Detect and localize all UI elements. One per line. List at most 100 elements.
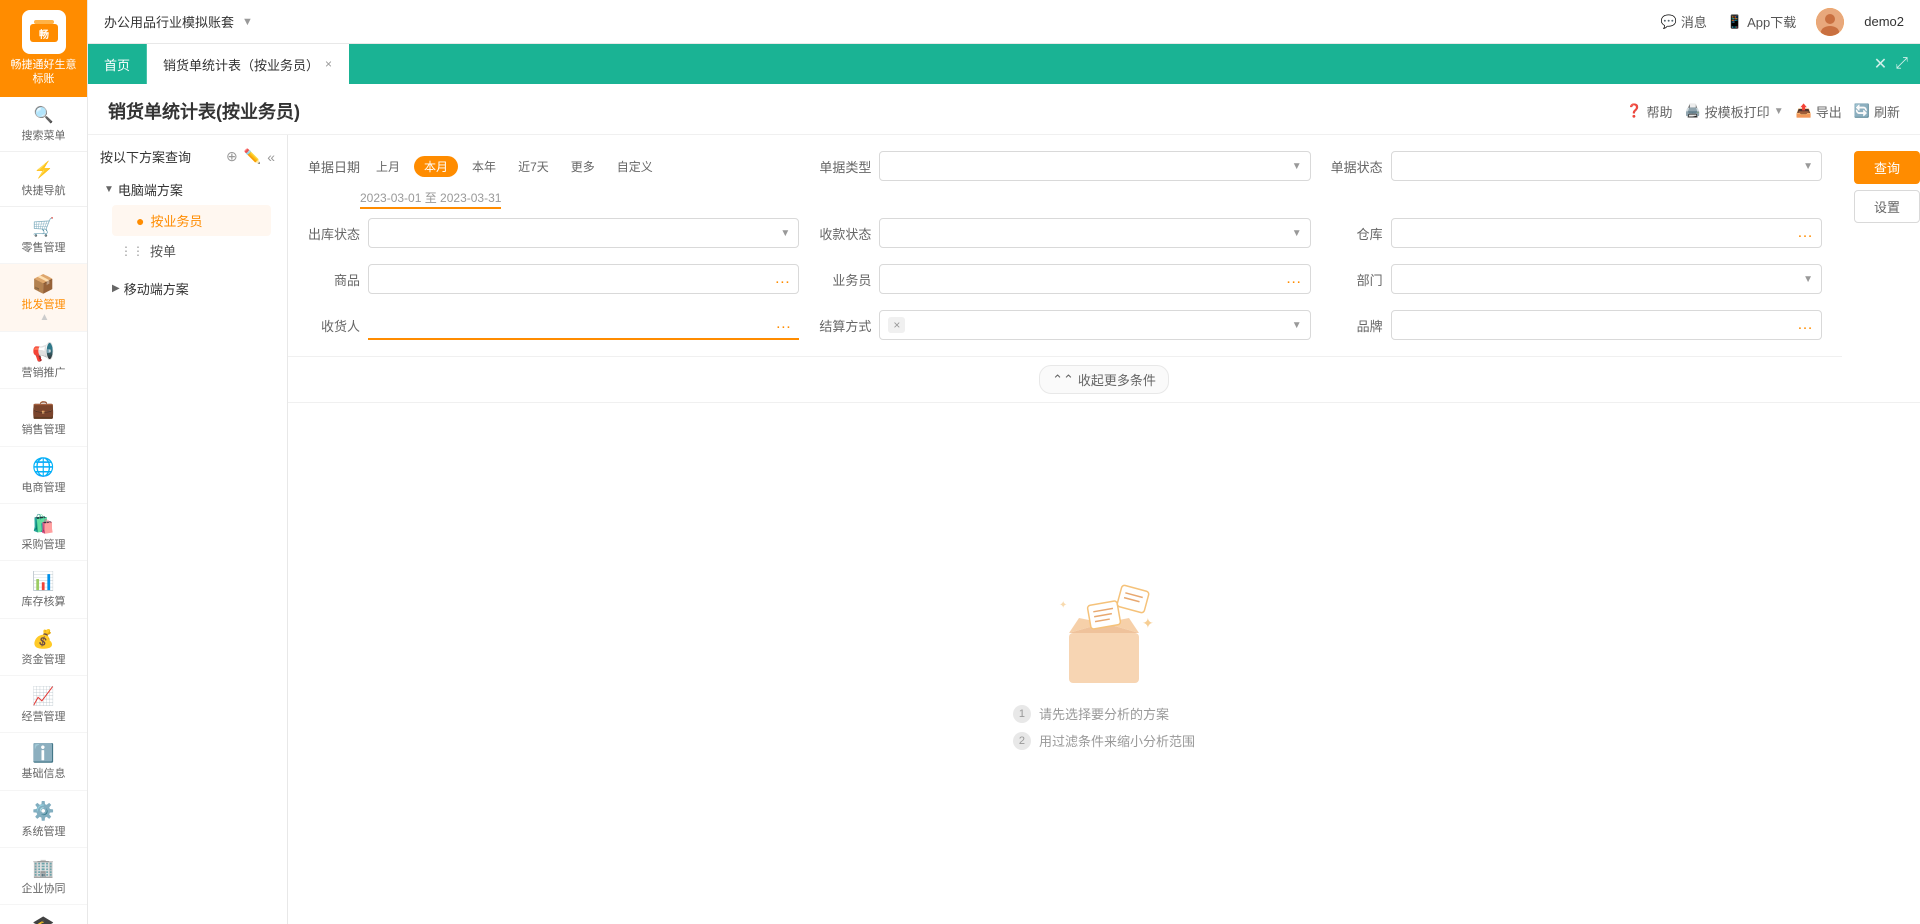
scheme-item-by-order[interactable]: ⋮⋮ 按单 (112, 236, 271, 265)
desktop-scheme-label: 电脑端方案 (118, 180, 183, 199)
sidebar-item-inventory[interactable]: 📊 库存核算 (0, 561, 87, 618)
tab-close-all-button[interactable]: ✕ (1874, 54, 1887, 74)
doctype-select[interactable]: ▼ (879, 151, 1310, 181)
edit-scheme-button[interactable]: ✏️ (244, 148, 261, 165)
help-button[interactable]: ❓ 帮助 (1626, 102, 1672, 121)
add-scheme-button[interactable]: ⊕ (226, 148, 238, 165)
sidebar-logo[interactable]: 畅 畅捷通好生意 标账 (0, 0, 87, 97)
warehouse-dots-icon[interactable]: … (1797, 224, 1813, 242)
content-inner: 销货单统计表(按业务员) ❓ 帮助 🖨️ 按模板打印 ▼ 📤 导出 (88, 84, 1920, 924)
outstatus-select[interactable]: ▼ (368, 218, 799, 248)
product-label: 商品 (308, 270, 360, 289)
collapse-button[interactable]: ⌃⌃ 收起更多条件 (1039, 365, 1169, 394)
filter-section-wrapper: 单据日期 上月 本月 本年 近7天 更多 自定义 (288, 135, 1920, 357)
by-order-icon: ⋮⋮ (120, 244, 144, 258)
sidebar-item-marketing[interactable]: 📢 营销推广 (0, 332, 87, 389)
desktop-scheme-header[interactable]: ▼ 电脑端方案 (96, 174, 279, 205)
content-body: 按以下方案查询 ⊕ ✏️ « ▼ 电脑端方案 (88, 135, 1920, 924)
user-name: demo2 (1864, 14, 1904, 29)
docstatus-select[interactable]: ▼ (1391, 151, 1822, 181)
sidebar-item-wholesale[interactable]: 📦 批发管理 ▲ (0, 264, 87, 332)
wholesale-icon: 📦 (32, 274, 54, 295)
filter-salesman-item: 业务员 … (819, 264, 1310, 294)
sidebar-item-system[interactable]: ⚙️ 系统管理 (0, 791, 87, 848)
collapse-panel-button[interactable]: « (267, 149, 275, 165)
salesman-dots-icon[interactable]: … (1286, 270, 1302, 288)
payment-label: 收款状态 (819, 224, 871, 243)
brand-dots-icon[interactable]: … (1797, 316, 1813, 334)
message-button[interactable]: 💬 消息 (1661, 12, 1707, 31)
step2-num: 2 (1013, 732, 1031, 750)
tab-close-button[interactable]: × (325, 57, 332, 71)
tab-home[interactable]: 首页 (88, 44, 147, 84)
date-label: 单据日期 (308, 157, 360, 176)
mobile-scheme-header[interactable]: ▶ 移动端方案 (96, 273, 279, 304)
settlement-tag-close[interactable]: × (893, 318, 900, 332)
refresh-icon: 🔄 (1854, 103, 1870, 119)
sidebar-item-operation[interactable]: 📈 经营管理 (0, 676, 87, 733)
sidebar-item-basic[interactable]: ℹ️ 基础信息 (0, 733, 87, 790)
settlement-select[interactable]: × ▼ (879, 310, 1310, 340)
active-tab-label: 销货单统计表（按业务员） (163, 55, 319, 74)
sidebar-item-label: 电商管理 (22, 481, 66, 495)
brand-select[interactable]: … (1391, 310, 1822, 340)
quicknav-item[interactable]: ⚡ 快捷导航 (0, 152, 87, 207)
mobile-arrow-icon: ▶ (112, 283, 120, 294)
sidebar: 畅 畅捷通好生意 标账 🔍 搜索菜单 ⚡ 快捷导航 🛒 零售管理 📦 批发管理 … (0, 0, 88, 924)
sidebar-item-retail[interactable]: 🛒 零售管理 (0, 207, 87, 264)
app-download-button[interactable]: 📱 App下载 (1727, 12, 1796, 31)
settlement-label: 结算方式 (819, 316, 871, 335)
settings-button[interactable]: 设置 (1854, 190, 1920, 223)
desktop-scheme-items: ● 按业务员 ⋮⋮ 按单 (96, 205, 279, 265)
quicknav-icon: ⚡ (34, 160, 54, 180)
help-icon: ❓ (1626, 103, 1642, 119)
sales-icon: 💼 (32, 399, 54, 420)
date-custom-button[interactable]: 自定义 (609, 155, 661, 178)
sidebar-item-purchase[interactable]: 🛍️ 采购管理 (0, 504, 87, 561)
department-select[interactable]: ▼ (1391, 264, 1822, 294)
quicknav-label: 快捷导航 (22, 182, 66, 198)
receiver-select[interactable]: … (368, 310, 799, 340)
print-button[interactable]: 🖨️ 按模板打印 ▼ (1684, 102, 1783, 121)
sidebar-item-label: 经营管理 (22, 710, 66, 724)
breadcrumb-dropdown-icon[interactable]: ▼ (242, 16, 253, 28)
filter-product-item: 商品 … (308, 264, 799, 294)
sidebar-item-sales[interactable]: 💼 销售管理 (0, 389, 87, 446)
sidebar-item-finance[interactable]: 💰 资金管理 (0, 619, 87, 676)
product-select[interactable]: … (368, 264, 799, 294)
warehouse-select[interactable]: … (1391, 218, 1822, 248)
export-label: 导出 (1816, 102, 1842, 121)
date-this-month-button[interactable]: 本月 (414, 156, 458, 177)
top-header: 办公用品行业模拟账套 ▼ 💬 消息 📱 App下载 demo2 (88, 0, 1920, 44)
sidebar-item-ecommerce[interactable]: 🌐 电商管理 (0, 447, 87, 504)
empty-step-1: 1 请先选择要分析的方案 (1013, 704, 1195, 723)
right-panel: 单据日期 上月 本月 本年 近7天 更多 自定义 (288, 135, 1920, 924)
scheme-item-salesman[interactable]: ● 按业务员 (112, 205, 271, 236)
collapse-icon: ⌃⌃ (1052, 372, 1074, 388)
date-prev-month-button[interactable]: 上月 (368, 155, 408, 178)
docstatus-arrow-icon: ▼ (1803, 161, 1813, 172)
refresh-button[interactable]: 🔄 刷新 (1854, 102, 1900, 121)
sidebar-item-newbie[interactable]: 🎓 新手引导 (0, 905, 87, 924)
date-this-year-button[interactable]: 本年 (464, 155, 504, 178)
sidebar-item-enterprise[interactable]: 🏢 企业协同 (0, 848, 87, 905)
tab-active[interactable]: 销货单统计表（按业务员） × (147, 44, 349, 84)
tab-expand-button[interactable]: ⤢ (1895, 55, 1908, 73)
query-button[interactable]: 查询 (1854, 151, 1920, 184)
user-avatar[interactable] (1816, 8, 1844, 36)
left-panel: 按以下方案查询 ⊕ ✏️ « ▼ 电脑端方案 (88, 135, 288, 924)
group-expand-icon: ▼ (104, 184, 114, 195)
empty-text: 1 请先选择要分析的方案 2 用过滤条件来缩小分析范围 (1013, 704, 1195, 750)
sidebar-item-label: 零售管理 (22, 241, 66, 255)
print-dropdown-icon[interactable]: ▼ (1774, 106, 1784, 117)
date-more-button[interactable]: 更多 (563, 155, 603, 178)
receiver-dots-icon[interactable]: … (775, 315, 791, 333)
product-dots-icon[interactable]: … (774, 270, 790, 288)
salesman-scheme-icon: ● (136, 213, 144, 229)
payment-select[interactable]: ▼ (879, 218, 1310, 248)
export-icon: 📤 (1796, 103, 1812, 119)
salesman-select[interactable]: … (879, 264, 1310, 294)
export-button[interactable]: 📤 导出 (1796, 102, 1842, 121)
search-nav-item[interactable]: 🔍 搜索菜单 (0, 97, 87, 152)
date-7days-button[interactable]: 近7天 (510, 155, 557, 178)
